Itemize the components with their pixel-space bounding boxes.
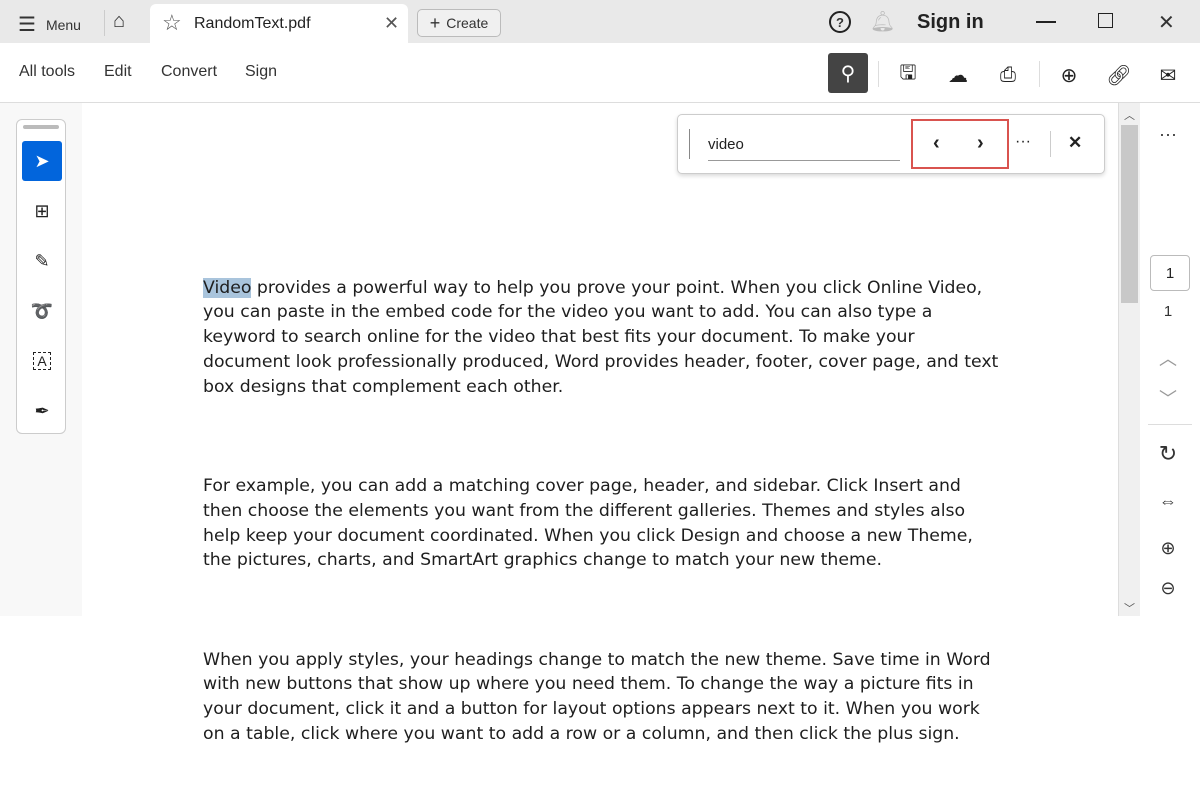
page-number-input[interactable]: 1: [1150, 255, 1190, 291]
text-line: keyword to search online for the video t…: [203, 327, 915, 348]
upload-cloud-icon[interactable]: ☁: [938, 55, 978, 95]
next-page-icon[interactable]: ﹀: [1148, 383, 1188, 413]
menu-all-tools[interactable]: All tools: [19, 63, 75, 81]
previous-result-icon[interactable]: ‹: [933, 132, 940, 155]
document-text: Video provides a powerful way to help yo…: [203, 226, 998, 796]
email-icon[interactable]: ✉: [1148, 55, 1188, 95]
text-line: with new buttons that show up where you …: [203, 674, 974, 695]
more-options-button[interactable]: ···: [1148, 119, 1188, 149]
text-line: on a table, click where you want to add …: [203, 723, 960, 744]
add-comment-icon[interactable]: ⊞: [22, 191, 62, 231]
text-line: help keep your document coordinated. Whe…: [203, 525, 973, 546]
divider: [878, 61, 879, 87]
scrollbar-thumb[interactable]: [1121, 125, 1138, 303]
create-button[interactable]: + Create: [417, 9, 501, 37]
text-line: document look professionally produced, W…: [203, 351, 999, 372]
find-bar: ‹ › ··· ✕: [677, 114, 1105, 174]
zoom-in-icon[interactable]: ⊕: [1148, 533, 1188, 563]
menu-label: Menu: [45, 16, 81, 33]
find-nav-group: ‹ ›: [911, 119, 1009, 169]
find-options-button[interactable]: ···: [1015, 133, 1031, 151]
divider: [1050, 131, 1051, 157]
bell-icon[interactable]: 🔔︎: [870, 9, 895, 34]
menu-edit[interactable]: Edit: [104, 63, 132, 81]
tools-palette: ➤ ⊞ ✎ ➰ A ✒: [16, 119, 66, 434]
help-icon[interactable]: ?: [829, 11, 851, 33]
highlight-pen-icon[interactable]: ✎: [22, 241, 62, 281]
divider: [104, 10, 105, 36]
tab-title: RandomText.pdf: [194, 15, 311, 32]
total-pages: 1: [1163, 302, 1173, 320]
paragraph: When you apply styles, your headings cha…: [203, 648, 998, 747]
text-line: you can paste in the embed code for the …: [203, 302, 933, 323]
vertical-scrollbar[interactable]: ︿ ﹀: [1118, 103, 1140, 616]
text-line: When you apply styles, your headings cha…: [203, 649, 991, 670]
select-cursor-icon[interactable]: ➤: [22, 141, 62, 181]
menu-sign[interactable]: Sign: [245, 63, 277, 81]
maximize-icon[interactable]: [1098, 13, 1113, 28]
sign-pen-icon[interactable]: ✒: [22, 391, 62, 431]
print-icon[interactable]: ⎙: [988, 55, 1028, 95]
text-line: provides a powerful way to help you prov…: [251, 277, 983, 298]
divider: [689, 129, 690, 159]
close-window-icon[interactable]: ✕: [1158, 10, 1175, 35]
title-bar: ☰ Menu ⌂ ☆ RandomText.pdf ✕ + Create ? 🔔︎…: [0, 0, 1200, 43]
text-line: For example, you can add a matching cove…: [203, 475, 961, 496]
text-box-icon[interactable]: A: [22, 341, 62, 381]
sign-in-button[interactable]: Sign in: [917, 11, 984, 34]
menu-button[interactable]: ☰ Menu: [18, 12, 81, 37]
text-line: your document, click it and a button for…: [203, 699, 980, 720]
paragraph: Video provides a powerful way to help yo…: [203, 276, 998, 400]
scroll-down-icon[interactable]: ﹀: [1124, 600, 1135, 616]
create-label: Create: [446, 15, 489, 31]
text-line: the pictures, charts, and SmartArt graph…: [203, 550, 882, 571]
text-line: box designs that complement each other.: [203, 376, 564, 397]
hamburger-icon: ☰: [18, 14, 36, 36]
scroll-up-icon[interactable]: ︿: [1124, 107, 1135, 123]
zoom-out-icon[interactable]: ⊖: [1148, 573, 1188, 603]
plus-icon: +: [429, 12, 441, 33]
close-find-icon[interactable]: ✕: [1068, 133, 1082, 153]
previous-page-icon[interactable]: ︿: [1148, 343, 1188, 373]
fit-page-icon[interactable]: ⇔: [1148, 486, 1188, 516]
star-icon[interactable]: ☆: [162, 10, 182, 36]
search-icon[interactable]: ⚲: [828, 53, 868, 93]
close-tab-icon[interactable]: ✕: [384, 13, 399, 34]
toolbar: All tools Edit Convert Sign ⚲ 🖫 ☁ ⎙ ⊕ 🔗︎…: [0, 43, 1200, 103]
home-icon[interactable]: ⌂: [113, 10, 125, 33]
link-icon[interactable]: 🔗︎: [1099, 55, 1139, 95]
rotate-icon[interactable]: ↻: [1148, 439, 1188, 469]
minimize-icon[interactable]: [1036, 21, 1056, 23]
search-highlight: Video: [203, 277, 252, 298]
share-user-icon[interactable]: ⊕: [1049, 55, 1089, 95]
right-panel: ··· 1 1 ︿ ﹀ ↻ ⇔ ⊕ ⊖: [1140, 103, 1200, 616]
menu-convert[interactable]: Convert: [161, 63, 217, 81]
next-result-icon[interactable]: ›: [977, 132, 984, 155]
text-line: then choose the elements you want from t…: [203, 500, 966, 521]
tab-document[interactable]: ☆ RandomText.pdf ✕: [150, 4, 408, 43]
save-icon[interactable]: 🖫: [888, 55, 928, 95]
drag-handle[interactable]: [23, 125, 59, 129]
divider: [1148, 424, 1192, 425]
paragraph: For example, you can add a matching cove…: [203, 474, 998, 573]
find-input[interactable]: [708, 129, 900, 161]
divider: [1039, 61, 1040, 87]
freehand-draw-icon[interactable]: ➰: [22, 291, 62, 331]
